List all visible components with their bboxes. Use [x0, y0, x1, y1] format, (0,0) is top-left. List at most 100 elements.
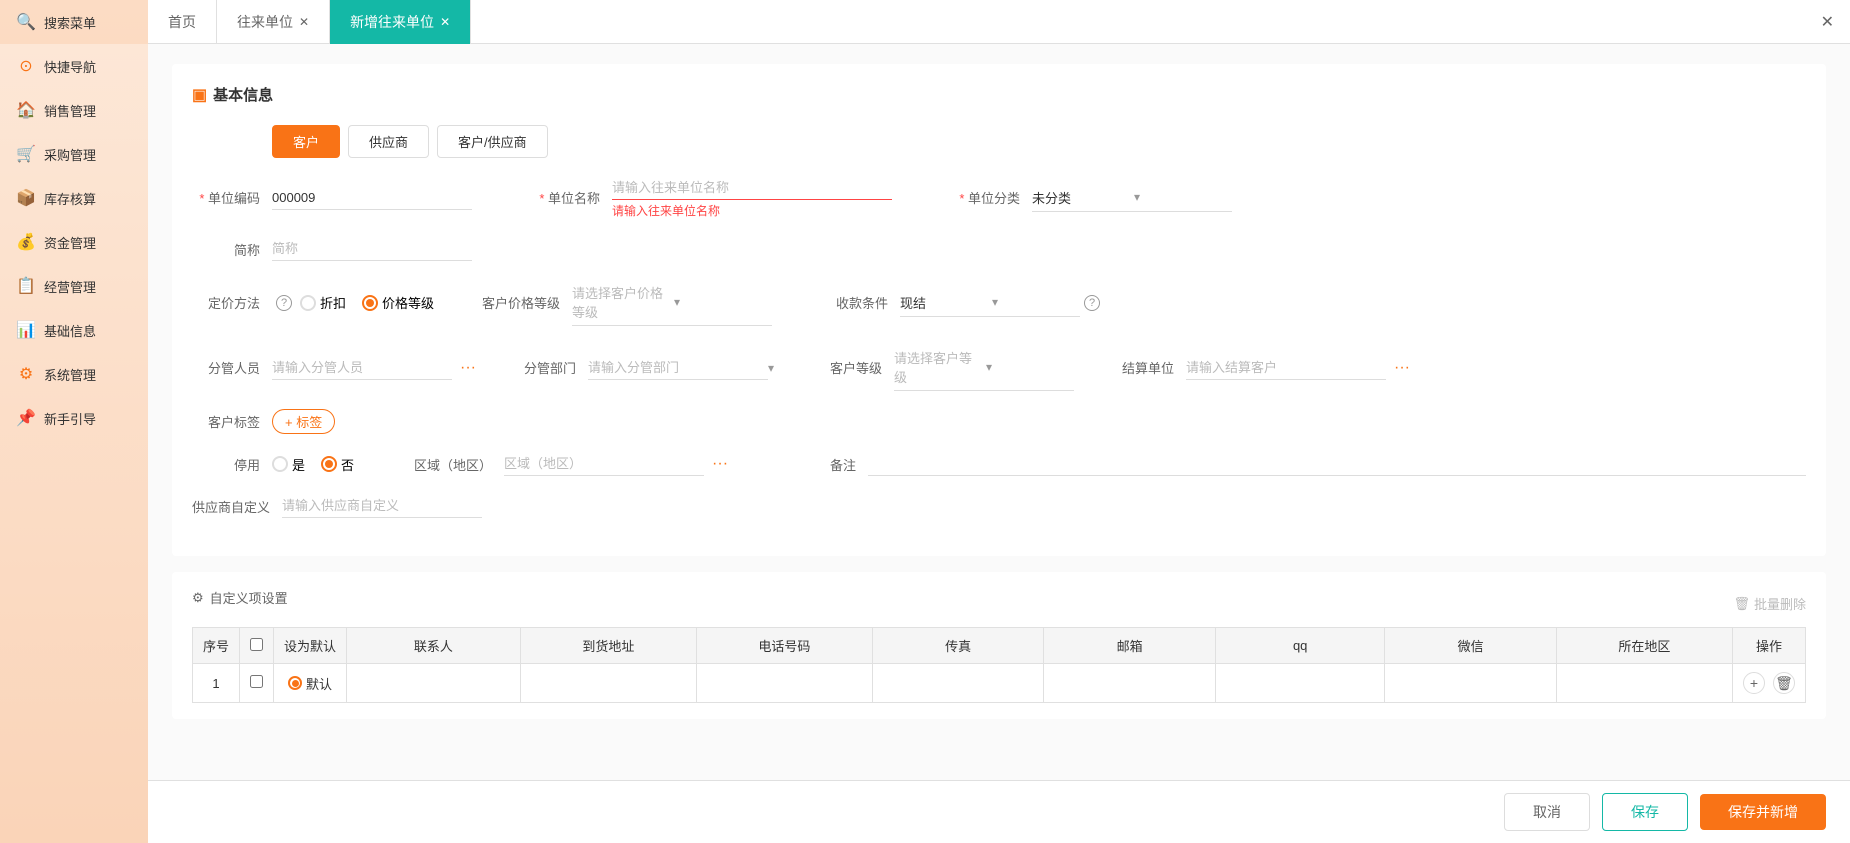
- address-input[interactable]: [531, 676, 686, 691]
- customer-price-level-select[interactable]: 请选择客户价格等级 ▾: [572, 279, 772, 326]
- short-name-input[interactable]: [272, 237, 472, 261]
- disabled-no-radio[interactable]: [321, 456, 337, 472]
- col-ops: 操作: [1732, 628, 1805, 664]
- sidebar-item-label: 经营管理: [44, 277, 96, 296]
- qq-input[interactable]: [1226, 676, 1374, 691]
- phone-input[interactable]: [707, 676, 862, 691]
- pricing-discount-radio[interactable]: [300, 295, 316, 311]
- row-address[interactable]: [520, 664, 696, 703]
- save-add-button[interactable]: 保存并新增: [1700, 794, 1826, 830]
- sidebar-item-finance[interactable]: 💰 资金管理: [0, 220, 148, 264]
- pricing-level-radio[interactable]: [362, 295, 378, 311]
- sidebar-item-search[interactable]: 🔍 搜索菜单: [0, 0, 148, 44]
- settlement-unit-input[interactable]: [1186, 356, 1386, 380]
- pricing-row: 定价方法 ? 折扣 价格等级 客户价格等级: [192, 279, 1806, 326]
- customer-level-label: 客户等级: [814, 358, 894, 377]
- row-select-checkbox[interactable]: [250, 675, 263, 688]
- row-region-input[interactable]: [1567, 676, 1722, 691]
- row-default-radio[interactable]: [288, 676, 302, 690]
- select-all-checkbox[interactable]: [250, 638, 263, 651]
- unit-name-input[interactable]: [612, 176, 892, 200]
- sidebar-item-quick-nav[interactable]: ⊙ 快捷导航: [0, 44, 148, 88]
- unit-category-select[interactable]: 未分类 ▾: [1032, 184, 1232, 212]
- row-phone[interactable]: [696, 664, 872, 703]
- pricing-help-icon[interactable]: ?: [276, 295, 292, 311]
- type-btn-customer[interactable]: 客户: [272, 125, 340, 158]
- manager-input[interactable]: [272, 356, 452, 380]
- save-button[interactable]: 保存: [1602, 793, 1688, 831]
- customer-tag-label: 客户标签: [192, 412, 272, 431]
- unit-category-value: 未分类: [1032, 188, 1130, 207]
- disabled-radio-group: 是 否: [272, 455, 354, 474]
- tab-home-label: 首页: [168, 12, 196, 32]
- region-input[interactable]: [504, 452, 704, 476]
- sidebar-item-purchase[interactable]: 🛒 采购管理: [0, 132, 148, 176]
- contact-input[interactable]: [357, 676, 510, 691]
- unit-category-label: 单位分类: [952, 188, 1032, 207]
- pricing-discount-option[interactable]: 折扣: [300, 293, 346, 312]
- sidebar-item-system[interactable]: ⚙ 系统管理: [0, 352, 148, 396]
- manager-more-icon[interactable]: ···: [460, 359, 476, 377]
- sidebar-item-label: 快捷导航: [44, 57, 96, 76]
- add-tag-label: + 标签: [285, 412, 322, 431]
- page-content: ▣ 基本信息 客户 供应商 客户/供应商 单位编码 单位名称: [148, 44, 1850, 780]
- row-default-label: 默认: [306, 674, 332, 693]
- type-btn-both[interactable]: 客户/供应商: [437, 125, 548, 158]
- sidebar-item-sales[interactable]: 🏠 销售管理: [0, 88, 148, 132]
- department-select[interactable]: ▾: [768, 357, 798, 379]
- sidebar-item-inventory[interactable]: 📦 库存核算: [0, 176, 148, 220]
- tab-partner[interactable]: 往来单位 ✕: [217, 0, 330, 44]
- tab-home[interactable]: 首页: [148, 0, 217, 44]
- manager-label: 分管人员: [192, 358, 272, 377]
- tab-new-partner-close[interactable]: ✕: [440, 15, 450, 29]
- supplier-custom-label: 供应商自定义: [192, 497, 282, 516]
- payment-terms-select[interactable]: 现结 ▾: [900, 289, 1080, 317]
- custom-settings-button[interactable]: ⚙ 自定义项设置: [192, 588, 288, 607]
- settlement-more-icon[interactable]: ···: [1394, 359, 1410, 377]
- close-all-button[interactable]: ✕: [1805, 12, 1850, 32]
- fax-input[interactable]: [883, 676, 1034, 691]
- supplier-custom-input[interactable]: [282, 494, 482, 518]
- sidebar-item-guide[interactable]: 📌 新手引导: [0, 396, 148, 440]
- customer-level-select[interactable]: 请选择客户等级 ▾: [894, 344, 1074, 391]
- row-wechat[interactable]: [1385, 664, 1557, 703]
- row-contact[interactable]: [347, 664, 521, 703]
- sidebar-item-operations[interactable]: 📋 经营管理: [0, 264, 148, 308]
- department-input[interactable]: [588, 356, 768, 380]
- row-seq: 1: [193, 664, 240, 703]
- wechat-input[interactable]: [1395, 676, 1546, 691]
- section-title: ▣ 基本信息: [192, 84, 1806, 105]
- row-region[interactable]: [1556, 664, 1732, 703]
- custom-settings-label: 自定义项设置: [210, 588, 288, 607]
- remark-input[interactable]: [868, 452, 1806, 476]
- add-tag-button[interactable]: + 标签: [272, 409, 335, 434]
- tab-new-partner[interactable]: 新增往来单位 ✕: [330, 0, 471, 44]
- chevron-down-icon-2: ▾: [674, 295, 772, 309]
- delete-row-button[interactable]: 🗑: [1773, 672, 1795, 694]
- batch-delete-label: 批量删除: [1754, 594, 1806, 613]
- tab-bar: 首页 往来单位 ✕ 新增往来单位 ✕ ✕: [148, 0, 1850, 44]
- short-name-label: 简称: [192, 240, 272, 259]
- cancel-button[interactable]: 取消: [1504, 793, 1590, 831]
- pricing-level-option[interactable]: 价格等级: [362, 293, 434, 312]
- unit-code-input[interactable]: [272, 186, 472, 210]
- sidebar-item-basic[interactable]: 📊 基础信息: [0, 308, 148, 352]
- email-input[interactable]: [1054, 676, 1205, 691]
- disabled-yes-label: 是: [292, 455, 305, 474]
- disabled-no-option[interactable]: 否: [321, 455, 354, 474]
- batch-delete-button[interactable]: 🗑 批量删除: [1733, 594, 1806, 613]
- type-btn-supplier[interactable]: 供应商: [348, 125, 429, 158]
- add-row-button[interactable]: +: [1743, 672, 1765, 694]
- customer-level-placeholder: 请选择客户等级: [894, 348, 982, 386]
- sales-icon: 🏠: [16, 100, 36, 120]
- payment-help-icon[interactable]: ?: [1084, 295, 1100, 311]
- contacts-table: 序号 设为默认 联系人 到货地址 电话号码 传真 邮箱 qq 微信 所在地区 操…: [192, 627, 1806, 703]
- row-fax[interactable]: [872, 664, 1044, 703]
- region-more-icon[interactable]: ···: [712, 455, 728, 473]
- tab-partner-close[interactable]: ✕: [299, 15, 309, 29]
- row-qq[interactable]: [1215, 664, 1384, 703]
- row-operations: + 🗑: [1743, 672, 1795, 694]
- row-email[interactable]: [1044, 664, 1216, 703]
- disabled-yes-option[interactable]: 是: [272, 455, 305, 474]
- disabled-yes-radio[interactable]: [272, 456, 288, 472]
